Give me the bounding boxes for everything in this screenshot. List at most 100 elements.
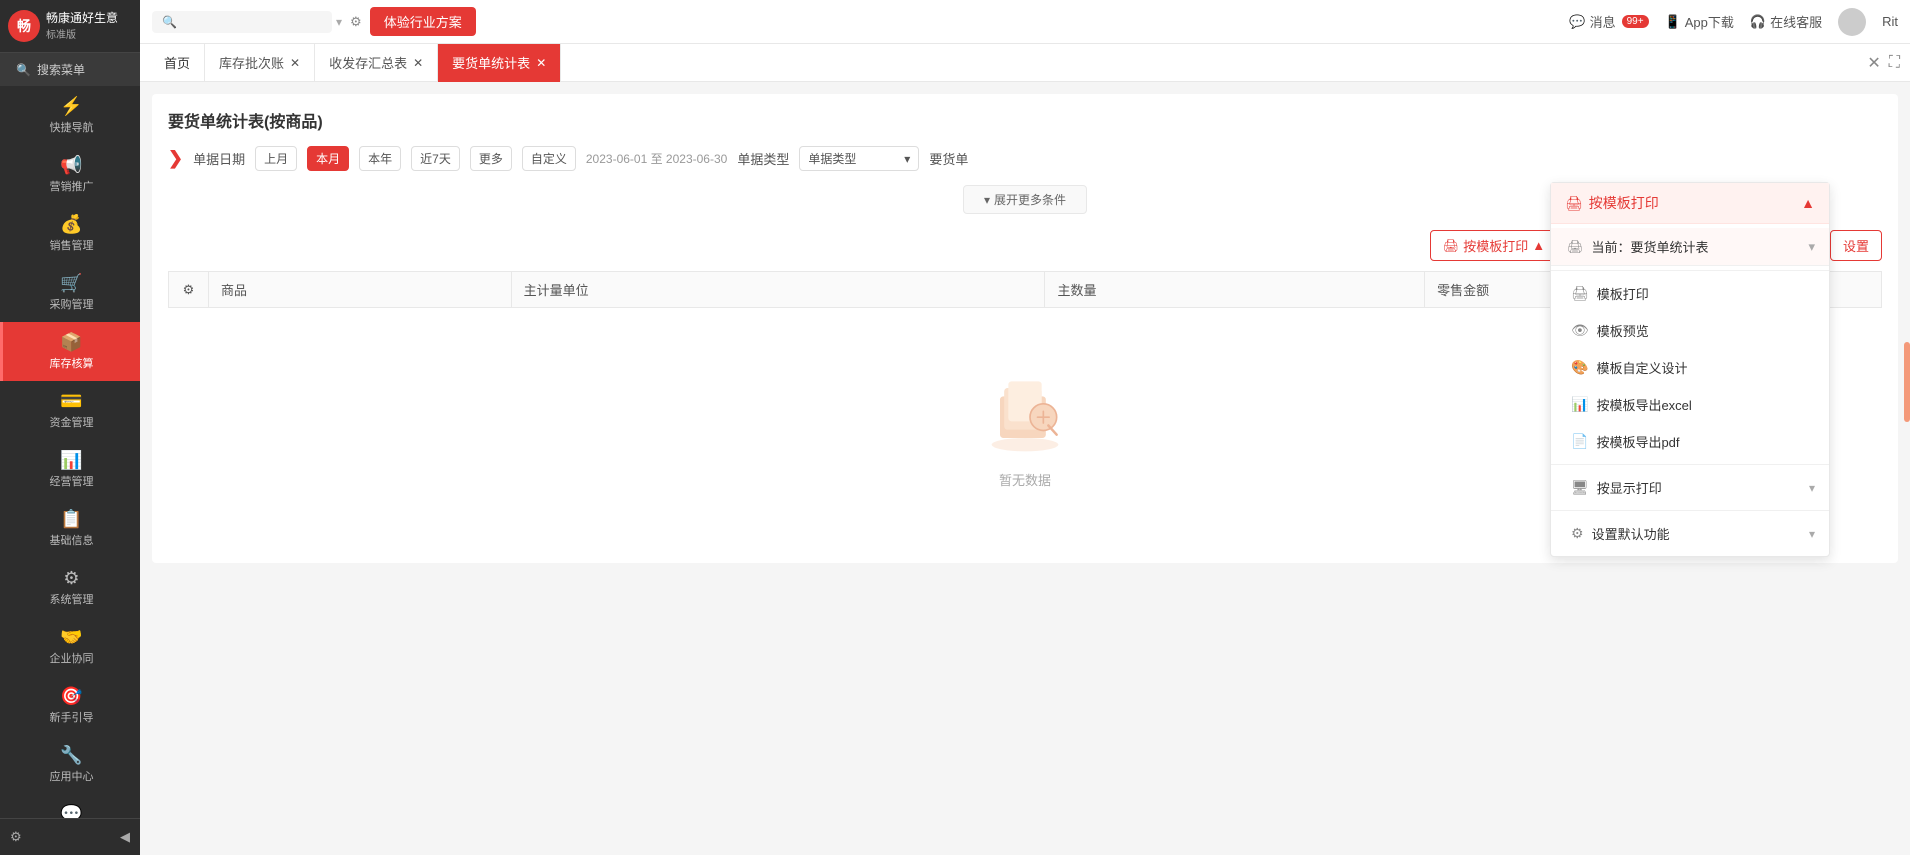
dropdown-item-export-pdf[interactable]: 📄 按模板导出pdf xyxy=(1551,423,1829,460)
dropdown-print-icon: 🖨 xyxy=(1565,195,1583,212)
tab-bar-close-icon[interactable]: ✕ xyxy=(1867,53,1880,73)
settings-button[interactable]: 设置 xyxy=(1830,230,1882,261)
date-btn-this-year[interactable]: 本年 xyxy=(359,146,401,171)
topbar-right: 💬 消息 99+ 📱 App下载 🎧 在线客服 Rit xyxy=(1569,8,1898,36)
newbie-icon: 🎯 xyxy=(60,686,82,707)
print-template-button[interactable]: 🖨 按模板打印 ▲ xyxy=(1430,230,1558,261)
sidebar-item-wechat[interactable]: 💬 企业微信 xyxy=(0,794,140,818)
dropdown-current-item[interactable]: 🖨 当前：要货单统计表 ▾ xyxy=(1551,228,1829,266)
tab-home[interactable]: 首页 xyxy=(150,44,205,82)
template-custom-icon: 🎨 xyxy=(1571,359,1588,376)
date-btn-custom[interactable]: 自定义 xyxy=(522,146,576,171)
empty-icon xyxy=(975,368,1075,458)
sidebar-item-basic[interactable]: 📋 基础信息 xyxy=(0,499,140,558)
tab-close-receipt-summary[interactable]: ✕ xyxy=(413,56,423,70)
expand-more-icon: ▾ xyxy=(984,193,990,207)
topbar-dropdown-arrow[interactable]: ▾ xyxy=(336,15,342,29)
online-service-button[interactable]: 🎧 在线客服 xyxy=(1750,12,1822,31)
sidebar-item-sales[interactable]: 💰 销售管理 xyxy=(0,204,140,263)
trial-industry-button[interactable]: 体验行业方案 xyxy=(370,7,476,36)
user-name: Rit xyxy=(1882,14,1898,29)
sidebar-item-appstore[interactable]: 🔧 应用中心 xyxy=(0,735,140,794)
sidebar-item-quick-nav[interactable]: ⚡ 快捷导航 xyxy=(0,86,140,145)
user-avatar[interactable] xyxy=(1838,8,1866,36)
sales-icon: 💰 xyxy=(60,214,82,235)
dropdown-default-section: ⚙ 设置默认功能 ▾ xyxy=(1551,511,1829,556)
dropdown-item-export-excel[interactable]: 📊 按模板导出excel xyxy=(1551,386,1829,423)
expand-more-button[interactable]: ▾ 展开更多条件 xyxy=(963,185,1087,214)
col-product: 商品 xyxy=(209,272,512,308)
tab-close-order-stats[interactable]: ✕ xyxy=(536,56,546,70)
messages-button[interactable]: 💬 消息 99+ xyxy=(1569,12,1648,31)
sidebar-search[interactable]: 🔍 搜索菜单 xyxy=(0,53,140,86)
sidebar-item-operation[interactable]: 📊 经营管理 xyxy=(0,440,140,499)
default-func-icon: ⚙ xyxy=(1571,525,1584,542)
dropdown-item-template-preview[interactable]: 👁 模板预览 xyxy=(1551,312,1829,349)
date-btn-more[interactable]: 更多 xyxy=(470,146,512,171)
topbar-settings-icon[interactable]: ⚙ xyxy=(350,14,362,30)
tab-receipt-summary[interactable]: 收发存汇总表 ✕ xyxy=(315,44,438,82)
inventory-icon: 📦 xyxy=(60,332,82,353)
page-area: 要货单统计表(按商品) ❯ 单据日期 上月 本月 本年 近7天 更多 自定义 2… xyxy=(140,82,1910,855)
print-dropdown-arrow: ▲ xyxy=(1532,238,1545,253)
dropdown-item-display-print[interactable]: 🖥 按显示打印 ▾ xyxy=(1551,469,1829,506)
type-select[interactable]: 单据类型 ▾ xyxy=(799,146,919,171)
dropdown-item-default-func[interactable]: ⚙ 设置默认功能 ▾ xyxy=(1551,515,1829,552)
sidebar-logo: 畅 畅康通好生意 标准版 xyxy=(0,0,140,53)
topbar-search-box[interactable]: 🔍 xyxy=(152,11,332,33)
wechat-icon: 💬 xyxy=(60,804,82,818)
col-unit: 主计量单位 xyxy=(511,272,1045,308)
export-excel-icon: 📊 xyxy=(1571,396,1588,413)
sidebar-item-coop[interactable]: 🤝 企业协同 xyxy=(0,617,140,676)
system-icon: ⚙ xyxy=(63,568,79,589)
current-template-arrow: ▾ xyxy=(1808,239,1815,255)
app-logo-text: 畅康通好生意 标准版 xyxy=(46,11,118,42)
scrollbar-thumb[interactable] xyxy=(1904,342,1910,422)
app-logo-icon: 畅 xyxy=(8,10,40,42)
dropdown-display-section: 🖥 按显示打印 ▾ xyxy=(1551,465,1829,511)
appstore-icon: 🔧 xyxy=(60,745,82,766)
type-select-arrow: ▾ xyxy=(904,152,910,166)
tabbar: 首页 库存批次账 ✕ 收发存汇总表 ✕ 要货单统计表 ✕ ✕ ⛶ xyxy=(140,44,1910,82)
date-btn-this-month[interactable]: 本月 xyxy=(307,146,349,171)
tab-close-batch-account[interactable]: ✕ xyxy=(290,56,300,70)
quick-nav-icon: ⚡ xyxy=(60,96,82,117)
dropdown-item-template-custom[interactable]: 🎨 模板自定义设计 xyxy=(1551,349,1829,386)
col-quantity: 主数量 xyxy=(1045,272,1425,308)
display-print-icon: 🖥 xyxy=(1571,479,1589,496)
main-content: 🔍 ▾ ⚙ 体验行业方案 💬 消息 99+ 📱 App下载 🎧 在线客服 Rit xyxy=(140,0,1910,855)
sidebar-item-newbie[interactable]: 🎯 新手引导 xyxy=(0,676,140,735)
coop-icon: 🤝 xyxy=(60,627,82,648)
dropdown-item-template-print[interactable]: 🖨 模板打印 xyxy=(1551,275,1829,312)
sidebar-settings-icon[interactable]: ⚙ xyxy=(10,829,22,845)
sidebar-item-marketing[interactable]: 📢 营销推广 xyxy=(0,145,140,204)
col-settings[interactable]: ⚙ xyxy=(169,272,209,308)
empty-text: 暂无数据 xyxy=(999,470,1051,489)
search-icon: 🔍 xyxy=(16,63,31,77)
date-btn-prev-month[interactable]: 上月 xyxy=(255,146,297,171)
tab-bar-expand-icon[interactable]: ⛶ xyxy=(1889,54,1900,72)
tab-batch-account[interactable]: 库存批次账 ✕ xyxy=(205,44,315,82)
template-preview-icon: 👁 xyxy=(1571,322,1589,339)
message-icon: 💬 xyxy=(1569,14,1585,30)
sidebar-item-inventory[interactable]: 📦 库存核算 xyxy=(0,322,140,381)
sidebar-item-purchase[interactable]: 🛒 采购管理 xyxy=(0,263,140,322)
dropdown-header[interactable]: 🖨 按模板打印 ▲ xyxy=(1551,183,1829,224)
date-btn-last-7-days[interactable]: 近7天 xyxy=(411,146,460,171)
tab-order-stats[interactable]: 要货单统计表 ✕ xyxy=(438,44,561,82)
default-func-arrow: ▾ xyxy=(1809,527,1815,541)
marketing-icon: 📢 xyxy=(60,155,82,176)
sidebar-item-system[interactable]: ⚙ 系统管理 xyxy=(0,558,140,617)
filter-expand-icon[interactable]: ❯ xyxy=(168,148,183,169)
topbar-search-icon: 🔍 xyxy=(162,15,177,29)
app-download-icon: 📱 xyxy=(1665,14,1681,30)
sidebar-collapse-icon[interactable]: ◀ xyxy=(120,829,130,845)
sidebar: 畅 畅康通好生意 标准版 🔍 搜索菜单 ⚡ 快捷导航 📢 营销推广 💰 销售管理… xyxy=(0,0,140,855)
export-pdf-icon: 📄 xyxy=(1571,433,1588,450)
app-download-button[interactable]: 📱 App下载 xyxy=(1665,12,1734,31)
operation-icon: 📊 xyxy=(60,450,82,471)
dropdown-current-section: 🖨 当前：要货单统计表 ▾ xyxy=(1551,224,1829,271)
sidebar-item-finance[interactable]: 💳 资金管理 xyxy=(0,381,140,440)
print-dropdown-panel: 🖨 按模板打印 ▲ 🖨 当前：要货单统计表 ▾ xyxy=(1550,182,1830,557)
basic-icon: 📋 xyxy=(60,509,82,530)
